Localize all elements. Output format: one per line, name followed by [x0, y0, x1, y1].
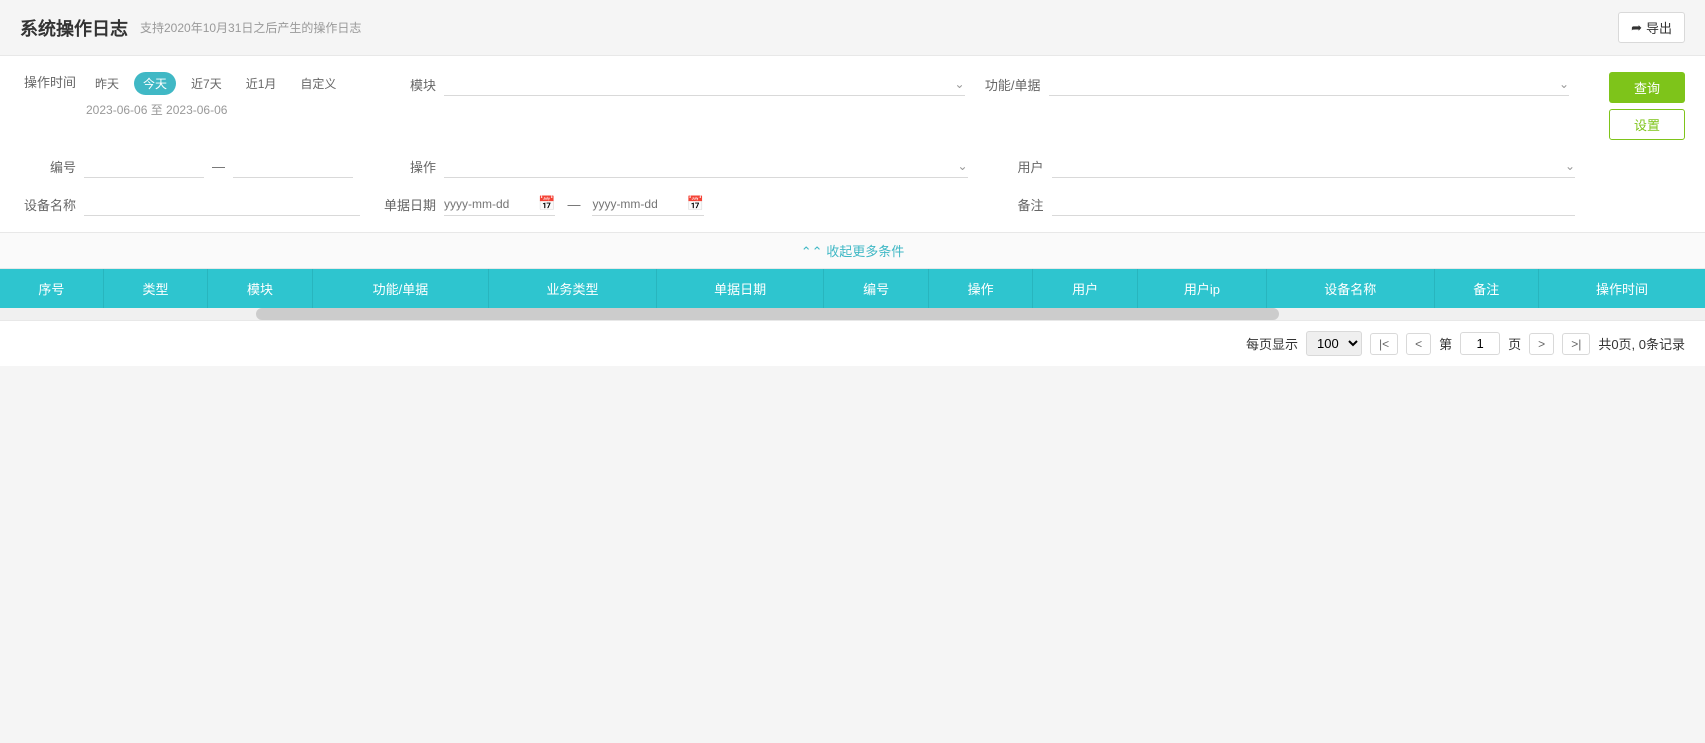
col-device: 设备名称	[1266, 269, 1434, 308]
collapse-label: 收起更多条件	[826, 244, 904, 259]
function-label: 功能/单据	[985, 75, 1041, 94]
filter-area: 操作时间 昨天 今天 近7天 近1月 自定义 2023-06-06 至 2023…	[0, 56, 1705, 233]
date-range-display: 2023-06-06 至 2023-06-06	[86, 101, 345, 118]
table-container: 序号 类型 模块 功能/单据 业务类型 单据日期 编号 操作 用户 用户ip 设…	[0, 269, 1705, 308]
per-page-label: 每页显示	[1246, 334, 1298, 353]
col-user: 用户	[1033, 269, 1137, 308]
col-type: 类型	[103, 269, 207, 308]
voucher-date-filter: 单据日期 📅 — 📅	[380, 193, 968, 216]
today-btn[interactable]: 今天	[134, 72, 176, 95]
operation-time-filter: 操作时间 昨天 今天 近7天 近1月 自定义 2023-06-06 至 2023…	[20, 72, 360, 118]
col-operation: 操作	[928, 269, 1032, 308]
user-input[interactable]	[1052, 154, 1565, 177]
settings-button[interactable]: 设置	[1609, 109, 1685, 140]
custom-btn[interactable]: 自定义	[291, 72, 345, 95]
device-filter: 设备名称	[20, 192, 360, 216]
module-label: 模块	[380, 75, 436, 94]
calendar-start-icon[interactable]: 📅	[538, 195, 555, 212]
page-label-prefix: 第	[1439, 334, 1452, 353]
user-label: 用户	[988, 157, 1044, 176]
device-label: 设备名称	[20, 195, 76, 214]
operation-input[interactable]	[444, 154, 957, 177]
user-select-wrapper[interactable]: ⌄	[1052, 154, 1576, 178]
per-page-select[interactable]: 10 20 50 100 200	[1306, 331, 1362, 356]
device-input[interactable]	[84, 192, 360, 216]
col-function: 功能/单据	[312, 269, 488, 308]
collapse-icon: ⌃⌃	[801, 244, 823, 259]
last1month-btn[interactable]: 近1月	[237, 72, 286, 95]
col-voucherdate: 单据日期	[656, 269, 824, 308]
voucher-date-end-wrapper[interactable]: 📅	[592, 193, 703, 216]
data-table: 序号 类型 模块 功能/单据 业务类型 单据日期 编号 操作 用户 用户ip 设…	[0, 269, 1705, 308]
col-optime: 操作时间	[1539, 269, 1705, 308]
query-button[interactable]: 查询	[1609, 72, 1685, 103]
col-serial: 序号	[0, 269, 103, 308]
collapse-bar[interactable]: ⌃⌃ 收起更多条件	[0, 233, 1705, 269]
col-remark: 备注	[1434, 269, 1538, 308]
voucher-date-label: 单据日期	[380, 195, 436, 214]
function-select-wrapper[interactable]: ⌄	[1049, 72, 1570, 96]
voucher-date-start-input[interactable]	[444, 193, 534, 215]
serial-separator: —	[212, 159, 225, 174]
remark-label: 备注	[988, 195, 1044, 214]
last-page-button[interactable]: >|	[1562, 333, 1590, 355]
col-module: 模块	[208, 269, 312, 308]
serial-filter: 编号 —	[20, 154, 360, 178]
yesterday-btn[interactable]: 昨天	[86, 72, 128, 95]
voucher-date-end-input[interactable]	[592, 193, 682, 215]
operation-time-label: 操作时间	[20, 72, 76, 91]
function-filter: 功能/单据 ⌄	[985, 72, 1570, 96]
export-icon: ➦	[1631, 20, 1642, 36]
module-chevron-icon: ⌄	[954, 77, 964, 91]
operation-filter: 操作 ⌄	[380, 154, 968, 178]
user-chevron-icon: ⌄	[1565, 159, 1575, 173]
table-header: 序号 类型 模块 功能/单据 业务类型 单据日期 编号 操作 用户 用户ip 设…	[0, 269, 1705, 308]
next-page-button[interactable]: >	[1529, 333, 1554, 355]
voucher-date-start-wrapper[interactable]: 📅	[444, 193, 555, 216]
user-filter: 用户 ⌄	[988, 154, 1576, 178]
operation-label: 操作	[380, 157, 436, 176]
serial-end-input[interactable]	[233, 154, 353, 178]
remark-filter: 备注	[988, 192, 1576, 216]
col-biztype: 业务类型	[489, 269, 657, 308]
date-quick-buttons: 昨天 今天 近7天 近1月 自定义	[86, 72, 345, 95]
voucher-date-separator: —	[563, 197, 584, 212]
page-subtitle: 支持2020年10月31日之后产生的操作日志	[140, 19, 361, 36]
total-info: 共0页, 0条记录	[1598, 334, 1685, 353]
page-header: 系统操作日志 支持2020年10月31日之后产生的操作日志 ➦ 导出	[0, 0, 1705, 56]
col-serial-num: 编号	[824, 269, 928, 308]
scrollbar-thumb	[256, 308, 1279, 320]
remark-input[interactable]	[1052, 192, 1576, 216]
pagination-area: 每页显示 10 20 50 100 200 |< < 第 1 页 > >| 共0…	[0, 320, 1705, 366]
title-area: 系统操作日志 支持2020年10月31日之后产生的操作日志	[20, 15, 361, 41]
function-chevron-icon: ⌄	[1559, 77, 1569, 91]
module-select-wrapper[interactable]: ⌄	[444, 72, 965, 96]
action-buttons: 查询 设置	[1609, 72, 1685, 140]
serial-start-input[interactable]	[84, 154, 204, 178]
calendar-end-icon[interactable]: 📅	[686, 195, 703, 212]
function-input[interactable]	[1049, 72, 1559, 95]
page-label-suffix: 页	[1508, 334, 1521, 353]
page-title: 系统操作日志	[20, 15, 128, 41]
horizontal-scrollbar[interactable]	[0, 308, 1705, 320]
operation-select-wrapper[interactable]: ⌄	[444, 154, 968, 178]
last7days-btn[interactable]: 近7天	[182, 72, 231, 95]
col-userip: 用户ip	[1137, 269, 1266, 308]
export-button[interactable]: ➦ 导出	[1618, 12, 1685, 43]
current-page-input[interactable]: 1	[1460, 332, 1500, 355]
serial-label: 编号	[20, 157, 76, 176]
prev-page-button[interactable]: <	[1406, 333, 1431, 355]
module-filter: 模块 ⌄	[380, 72, 965, 96]
export-label: 导出	[1646, 18, 1672, 37]
first-page-button[interactable]: |<	[1370, 333, 1398, 355]
operation-chevron-icon: ⌄	[957, 159, 967, 173]
module-input[interactable]	[444, 72, 954, 95]
